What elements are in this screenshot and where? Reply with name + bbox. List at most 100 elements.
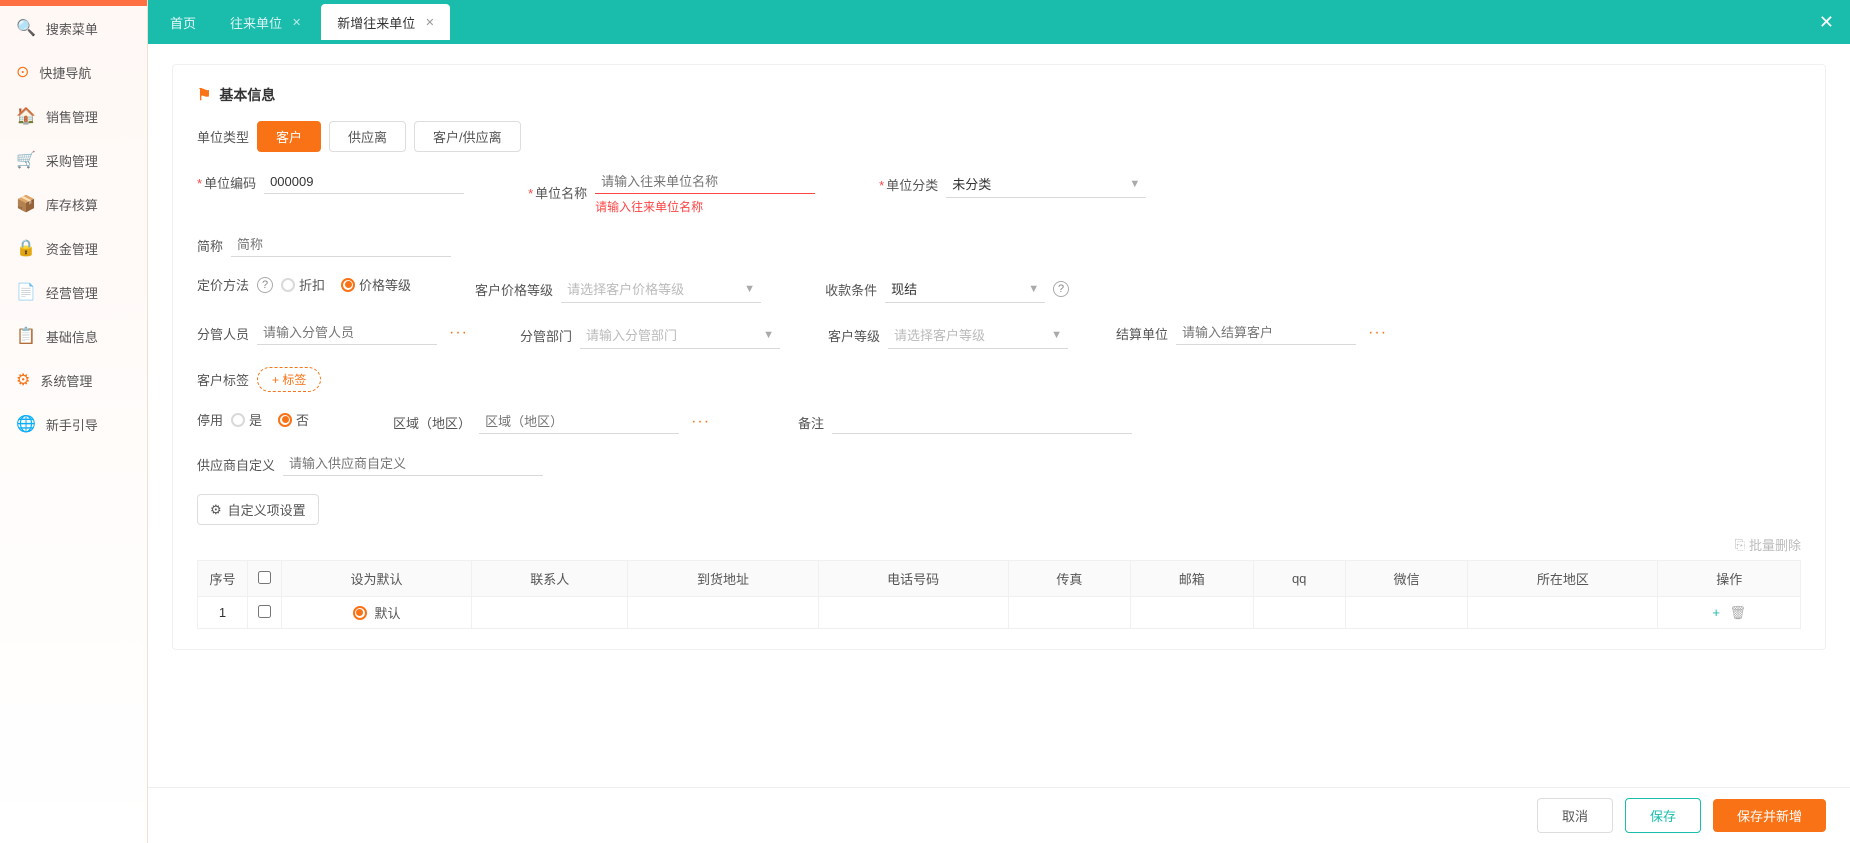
unit-type-field: 单位类型 客户 供应离 客户/供应离 xyxy=(197,121,521,152)
gear-icon: ⚙ xyxy=(210,502,222,518)
unit-code-label: *单位编码 xyxy=(197,173,256,192)
add-tag-button[interactable]: + 标签 xyxy=(257,367,321,392)
customer-price-level-value: 请选择客户价格等级 xyxy=(567,279,740,298)
cell-fax[interactable] xyxy=(1008,597,1130,629)
customer-price-level-select[interactable]: 请选择客户价格等级 ▼ xyxy=(561,275,761,303)
payment-terms-select[interactable]: 现结 ▼ xyxy=(885,275,1045,303)
cell-contact[interactable] xyxy=(472,597,628,629)
supplier-custom-input[interactable] xyxy=(283,452,543,476)
radio-no[interactable]: 否 xyxy=(278,410,309,429)
sidebar-item-search[interactable]: 🔍 搜索菜单 xyxy=(0,6,147,50)
col-email: 邮箱 xyxy=(1131,561,1253,597)
basic-icon: 📋 xyxy=(16,326,36,346)
cell-phone[interactable] xyxy=(818,597,1008,629)
unit-type-row: 单位类型 客户 供应离 客户/供应离 xyxy=(197,121,1801,152)
sidebar-item-guide[interactable]: 🌐 新手引导 xyxy=(0,402,147,446)
unit-name-group: 请输入往来单位名称 xyxy=(595,170,815,215)
sidebar-item-purchase[interactable]: 🛒 采购管理 xyxy=(0,138,147,182)
sidebar-item-sales[interactable]: 🏠 销售管理 xyxy=(0,94,147,138)
radio-no-label: 否 xyxy=(296,410,309,429)
unit-name-input[interactable] xyxy=(595,170,815,194)
customer-level-select[interactable]: 请选择客户等级 ▼ xyxy=(888,321,1068,349)
tab-new-partner-label: 新增往来单位 xyxy=(337,13,415,32)
remark-input[interactable] xyxy=(832,410,1132,434)
bottom-bar: 取消 保存 保存并新增 xyxy=(148,787,1850,843)
cell-email[interactable] xyxy=(1131,597,1253,629)
col-actions: 操作 xyxy=(1658,561,1801,597)
customer-price-level-field: 客户价格等级 请选择客户价格等级 ▼ xyxy=(475,275,761,303)
cell-wechat[interactable] xyxy=(1345,597,1467,629)
pricing-help-icon[interactable]: ? xyxy=(257,277,273,293)
region-input[interactable] xyxy=(479,410,679,434)
radio-price-level-circle xyxy=(341,278,355,292)
sidebar-item-operations-label: 经营管理 xyxy=(46,283,98,302)
manager-field: 分管人员 ··· xyxy=(197,321,472,345)
region-label: 区域（地区） xyxy=(393,413,471,432)
default-radio[interactable]: 默认 xyxy=(292,603,461,622)
payment-terms-value: 现结 xyxy=(891,279,1024,298)
settlement-more-btn[interactable]: ··· xyxy=(1364,324,1391,342)
department-select[interactable]: 请输入分管部门 ▼ xyxy=(580,321,780,349)
region-more-btn[interactable]: ··· xyxy=(687,413,714,431)
unit-category-select[interactable]: 未分类 ▼ xyxy=(946,170,1146,198)
sidebar-item-operations[interactable]: 📄 经营管理 xyxy=(0,270,147,314)
tab-home[interactable]: 首页 xyxy=(156,7,210,38)
row-checkbox[interactable] xyxy=(258,605,271,618)
cell-checkbox[interactable] xyxy=(248,597,282,629)
delete-row-btn[interactable]: 🗑 xyxy=(1730,605,1747,620)
customer-level-field: 客户等级 请选择客户等级 ▼ xyxy=(828,321,1068,349)
window-close-button[interactable]: ✕ xyxy=(1811,12,1842,33)
region-field: 区域（地区） ··· xyxy=(393,410,714,434)
sidebar-item-finance[interactable]: 🔒 资金管理 xyxy=(0,226,147,270)
col-default: 设为默认 xyxy=(282,561,472,597)
payment-terms-label: 收款条件 xyxy=(825,280,877,299)
btn-supplier[interactable]: 供应离 xyxy=(329,121,406,152)
unit-code-input[interactable] xyxy=(264,170,464,194)
unit-category-chevron: ▼ xyxy=(1129,178,1140,190)
radio-price-level[interactable]: 价格等级 xyxy=(341,275,411,294)
radio-discount[interactable]: 折扣 xyxy=(281,275,325,294)
tab-new-partner-close[interactable]: ✕ xyxy=(425,16,434,29)
copy-icon: ⎘ xyxy=(1735,537,1745,553)
manager-label: 分管人员 xyxy=(197,324,249,343)
content-area: ⚑ 基本信息 单位类型 客户 供应离 客户/供应离 *单位编 xyxy=(148,44,1850,787)
cell-address[interactable] xyxy=(628,597,818,629)
tab-partners[interactable]: 往来单位 ✕ xyxy=(214,4,317,40)
system-icon: ⚙ xyxy=(16,370,30,390)
short-name-input[interactable] xyxy=(231,233,451,257)
select-all-checkbox[interactable] xyxy=(258,571,271,584)
manager-input[interactable] xyxy=(257,321,437,345)
default-radio-label: 默认 xyxy=(375,603,401,622)
pricing-method-field: 定价方法 ? 折扣 价格等级 xyxy=(197,275,411,294)
tag-row: 客户标签 + 标签 xyxy=(197,367,1801,392)
col-contact: 联系人 xyxy=(472,561,628,597)
sidebar-item-quick-nav[interactable]: ⊙ 快捷导航 xyxy=(0,50,147,94)
manager-more-btn[interactable]: ··· xyxy=(445,324,472,342)
col-fax: 传真 xyxy=(1008,561,1130,597)
cancel-button[interactable]: 取消 xyxy=(1537,798,1613,833)
cell-location[interactable] xyxy=(1468,597,1658,629)
btn-customer[interactable]: 客户 xyxy=(257,121,321,152)
payment-terms-help-icon[interactable]: ? xyxy=(1053,281,1069,297)
unit-name-error: 请输入往来单位名称 xyxy=(595,198,815,215)
radio-yes[interactable]: 是 xyxy=(231,410,262,429)
save-new-button[interactable]: 保存并新增 xyxy=(1713,799,1826,832)
tab-new-partner[interactable]: 新增往来单位 ✕ xyxy=(321,4,450,40)
col-checkbox[interactable] xyxy=(248,561,282,597)
add-row-btn[interactable]: + xyxy=(1712,605,1720,620)
supplier-custom-label: 供应商自定义 xyxy=(197,455,275,474)
settlement-input[interactable] xyxy=(1176,321,1356,345)
sidebar-item-system[interactable]: ⚙ 系统管理 xyxy=(0,358,147,402)
custom-settings-button[interactable]: ⚙ 自定义项设置 xyxy=(197,494,319,525)
save-button[interactable]: 保存 xyxy=(1625,798,1701,833)
cell-qq[interactable] xyxy=(1253,597,1345,629)
unit-category-label: *单位分类 xyxy=(879,175,938,194)
radio-no-circle xyxy=(278,413,292,427)
sidebar-item-inventory[interactable]: 📦 库存核算 xyxy=(0,182,147,226)
tab-partners-close[interactable]: ✕ xyxy=(292,16,301,29)
pricing-row: 定价方法 ? 折扣 价格等级 xyxy=(197,275,1801,303)
default-radio-circle xyxy=(353,606,367,620)
cell-default: 默认 xyxy=(282,597,472,629)
btn-both[interactable]: 客户/供应离 xyxy=(414,121,521,152)
sidebar-item-basic[interactable]: 📋 基础信息 xyxy=(0,314,147,358)
